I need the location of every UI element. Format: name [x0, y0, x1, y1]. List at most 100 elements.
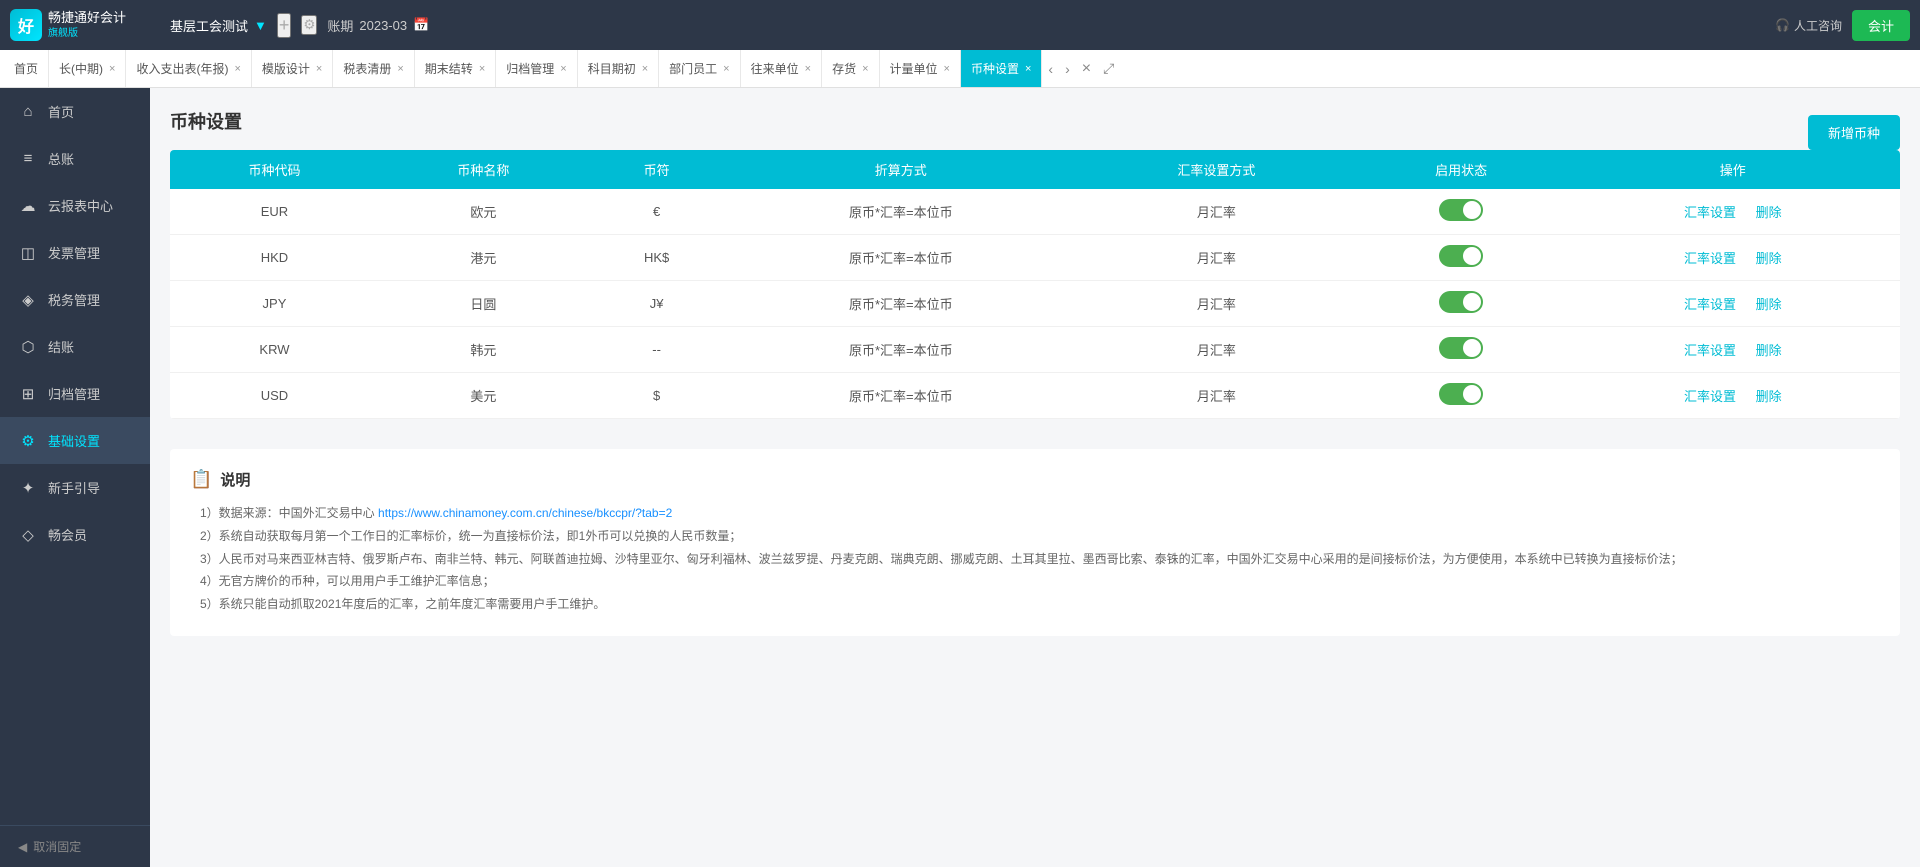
- tab-annual[interactable]: 收入支出表(年报) ×: [126, 50, 251, 88]
- cell-symbol: €: [588, 189, 725, 235]
- rate-setting-link-krw[interactable]: 汇率设置: [1684, 343, 1736, 358]
- tab-subject-close[interactable]: ×: [642, 63, 648, 75]
- tab-close-all-button[interactable]: ×: [1076, 56, 1097, 82]
- desc-item: 1）数据来源：中国外汇交易中心 https://www.chinamoney.c…: [200, 502, 1880, 525]
- sidebar-guide-label: 新手引导: [48, 478, 100, 497]
- add-tab-button[interactable]: +: [277, 13, 292, 38]
- tab-midterm[interactable]: 长(中期) ×: [49, 50, 126, 88]
- desc-title: 📋 说明: [190, 469, 1880, 490]
- main-layout: ⌂ 首页 ≡ 总账 ☁ 云报表中心 ◫ 发票管理 ◈ 税务管理 ⬡ 结账 ⊞ 归…: [0, 88, 1920, 867]
- tab-currency-close[interactable]: ×: [1025, 63, 1031, 75]
- delete-link-hkd[interactable]: 删除: [1756, 251, 1782, 266]
- cell-symbol: HK$: [588, 235, 725, 281]
- tab-midterm-label: 长(中期): [59, 60, 103, 77]
- tab-bar: 首页 长(中期) × 收入支出表(年报) × 模版设计 × 税表清册 × 期末结…: [0, 50, 1920, 88]
- col-symbol: 币符: [588, 150, 725, 189]
- rate-setting-link-eur[interactable]: 汇率设置: [1684, 205, 1736, 220]
- tab-unit[interactable]: 计量单位 ×: [880, 50, 961, 88]
- delete-link-jpy[interactable]: 删除: [1756, 297, 1782, 312]
- tab-nav-prev[interactable]: ‹: [1042, 57, 1059, 81]
- tab-subject-label: 科目期初: [588, 60, 636, 77]
- delete-link-usd[interactable]: 删除: [1756, 389, 1782, 404]
- settings-button[interactable]: ⚙: [301, 15, 317, 35]
- account-button[interactable]: 会计: [1852, 10, 1910, 41]
- sidebar-settings-label: 基础设置: [48, 431, 100, 450]
- company-dropdown-arrow: ▼: [254, 18, 267, 33]
- calendar-icon[interactable]: 📅: [413, 17, 429, 33]
- sidebar-pin-toggle[interactable]: ◀ 取消固定: [0, 825, 150, 867]
- tab-period-end-close[interactable]: ×: [479, 63, 485, 75]
- tab-tax[interactable]: 税表清册 ×: [333, 50, 414, 88]
- tab-inventory-close[interactable]: ×: [862, 63, 868, 75]
- toggle-hkd[interactable]: [1439, 245, 1483, 267]
- tab-tax-label: 税表清册: [343, 60, 391, 77]
- tab-archive[interactable]: 归档管理 ×: [496, 50, 577, 88]
- cell-rate-type: 月汇率: [1076, 373, 1356, 419]
- cell-symbol: --: [588, 327, 725, 373]
- headset-icon: 🎧: [1775, 18, 1790, 32]
- currency-table: 币种代码 币种名称 币符 折算方式 汇率设置方式 启用状态 操作 EUR 欧元 …: [170, 150, 1900, 419]
- desc-icon: 📋: [190, 469, 212, 490]
- tab-midterm-close[interactable]: ×: [109, 63, 115, 75]
- cell-code: HKD: [170, 235, 379, 281]
- cell-conversion: 原币*汇率=本位币: [725, 281, 1076, 327]
- desc-title-text: 说明: [220, 469, 250, 490]
- tab-archive-close[interactable]: ×: [560, 63, 566, 75]
- sidebar-item-settings[interactable]: ⚙ 基础设置: [0, 417, 150, 464]
- tab-currency[interactable]: 币种设置 ×: [961, 50, 1042, 88]
- sidebar-item-checkout[interactable]: ⬡ 结账: [0, 323, 150, 370]
- rate-setting-link-usd[interactable]: 汇率设置: [1684, 389, 1736, 404]
- new-currency-button[interactable]: 新增币种: [1808, 115, 1900, 150]
- sidebar-item-ledger[interactable]: ≡ 总账: [0, 135, 150, 182]
- tab-template-close[interactable]: ×: [316, 63, 322, 75]
- sidebar-item-archive[interactable]: ⊞ 归档管理: [0, 370, 150, 417]
- delete-link-krw[interactable]: 删除: [1756, 343, 1782, 358]
- cell-name: 韩元: [379, 327, 588, 373]
- desc-link[interactable]: https://www.chinamoney.com.cn/chinese/bk…: [378, 506, 672, 520]
- tab-annual-close[interactable]: ×: [234, 63, 240, 75]
- tab-inventory[interactable]: 存货 ×: [822, 50, 879, 88]
- sidebar-item-member[interactable]: ◇ 畅会员: [0, 511, 150, 558]
- tab-tax-close[interactable]: ×: [397, 63, 403, 75]
- tab-partner-label: 往来单位: [751, 60, 799, 77]
- cell-name: 美元: [379, 373, 588, 419]
- tab-home[interactable]: 首页: [4, 50, 49, 88]
- tab-annual-label: 收入支出表(年报): [136, 60, 228, 77]
- cell-action: 汇率设置 删除: [1566, 235, 1900, 281]
- toggle-eur[interactable]: [1439, 199, 1483, 221]
- company-selector[interactable]: 基层工会测试 ▼: [170, 16, 267, 35]
- sidebar-item-guide[interactable]: ✦ 新手引导: [0, 464, 150, 511]
- sidebar-member-label: 畅会员: [48, 525, 87, 544]
- help-label: 人工咨询: [1794, 17, 1842, 34]
- tab-unit-close[interactable]: ×: [944, 63, 950, 75]
- cell-conversion: 原币*汇率=本位币: [725, 373, 1076, 419]
- toggle-jpy[interactable]: [1439, 291, 1483, 313]
- cell-conversion: 原币*汇率=本位币: [725, 189, 1076, 235]
- guide-icon: ✦: [18, 479, 38, 497]
- sidebar-item-reports[interactable]: ☁ 云报表中心: [0, 182, 150, 229]
- sidebar-item-invoice[interactable]: ◫ 发票管理: [0, 229, 150, 276]
- tab-dept[interactable]: 部门员工 ×: [659, 50, 740, 88]
- delete-link-eur[interactable]: 删除: [1756, 205, 1782, 220]
- toggle-krw[interactable]: [1439, 337, 1483, 359]
- col-rate-type: 汇率设置方式: [1076, 150, 1356, 189]
- sidebar-item-home[interactable]: ⌂ 首页: [0, 88, 150, 135]
- content-area: 新增币种 币种设置 币种代码 币种名称 币符 折算方式 汇率设置方式 启用状态 …: [150, 88, 1920, 867]
- tab-expand-button[interactable]: ⤢: [1097, 56, 1120, 81]
- tab-nav-next[interactable]: ›: [1059, 57, 1076, 81]
- rate-setting-link-jpy[interactable]: 汇率设置: [1684, 297, 1736, 312]
- cell-symbol: $: [588, 373, 725, 419]
- tab-subject[interactable]: 科目期初 ×: [578, 50, 659, 88]
- cell-name: 港元: [379, 235, 588, 281]
- archive-icon: ⊞: [18, 385, 38, 403]
- toggle-usd[interactable]: [1439, 383, 1483, 405]
- rate-setting-link-hkd[interactable]: 汇率设置: [1684, 251, 1736, 266]
- help-button[interactable]: 🎧 人工咨询: [1775, 17, 1842, 34]
- cell-action: 汇率设置 删除: [1566, 189, 1900, 235]
- tab-dept-close[interactable]: ×: [723, 63, 729, 75]
- sidebar-item-tax[interactable]: ◈ 税务管理: [0, 276, 150, 323]
- tab-partner-close[interactable]: ×: [805, 63, 811, 75]
- tab-template[interactable]: 模版设计 ×: [252, 50, 333, 88]
- tab-period-end[interactable]: 期末结转 ×: [415, 50, 496, 88]
- tab-partner[interactable]: 往来单位 ×: [741, 50, 822, 88]
